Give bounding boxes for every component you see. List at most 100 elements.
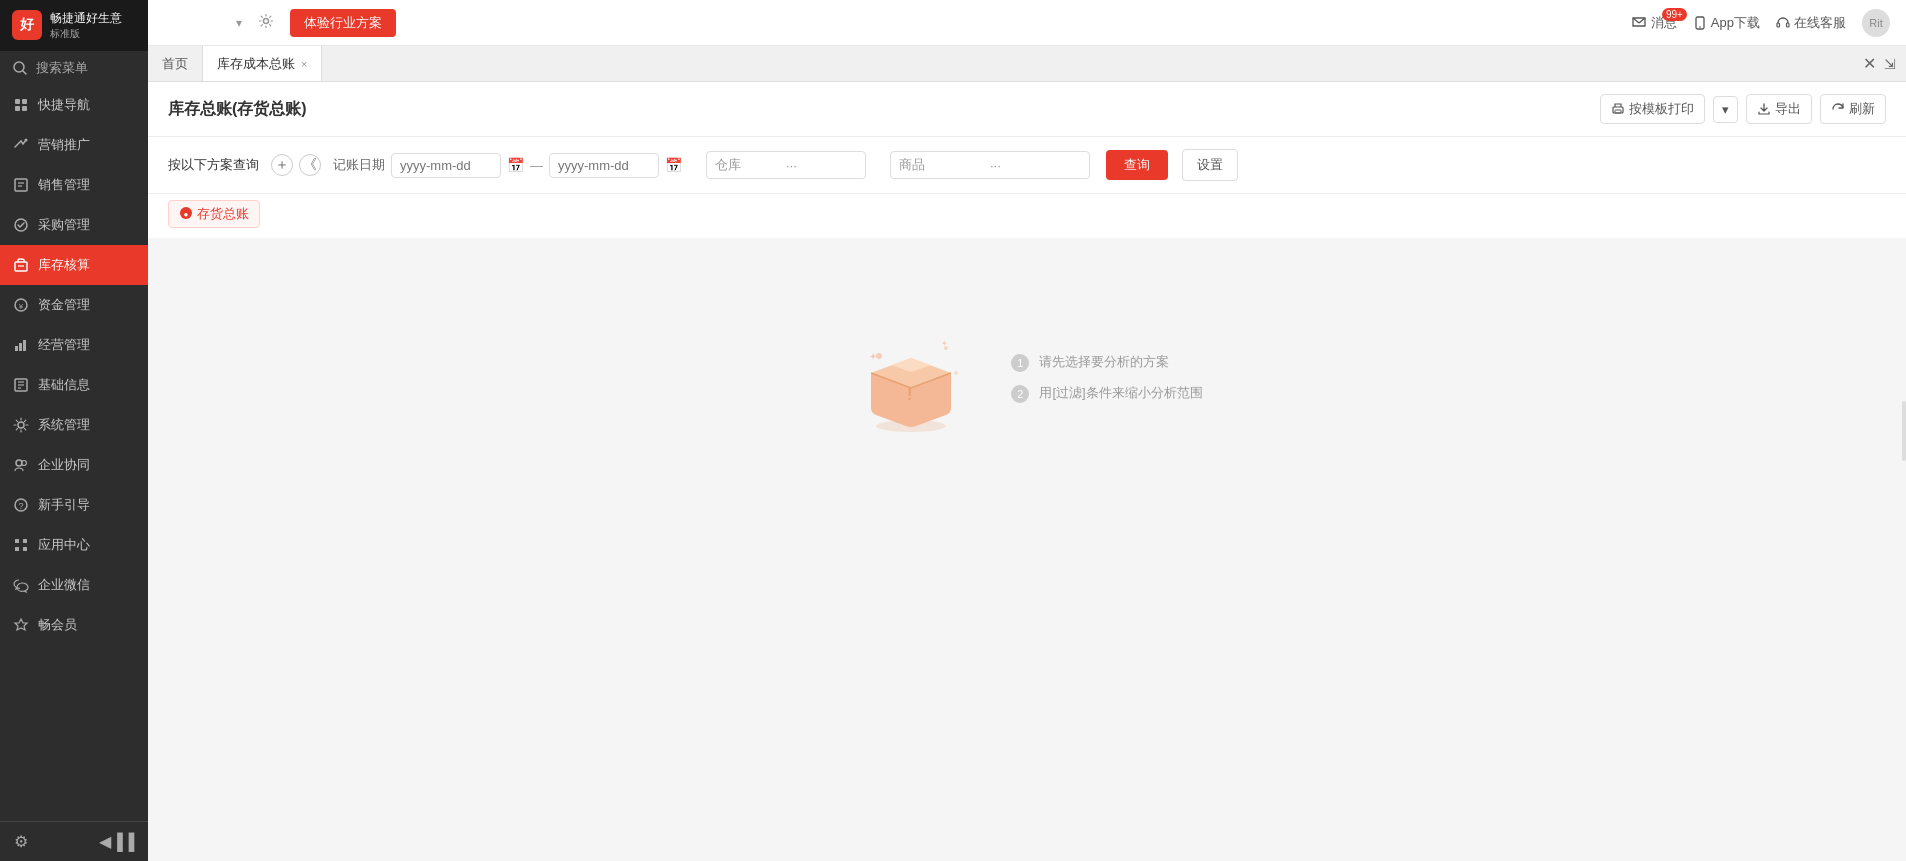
- filter-add-btn[interactable]: ＋: [271, 154, 293, 176]
- tip-text-2: 用[过滤]条件来缩小分析范围: [1039, 384, 1202, 402]
- page-actions: 按模板打印 ▾ 导出 刷新: [1600, 94, 1886, 124]
- sidebar-item-guide[interactable]: ? 新手引导: [0, 485, 148, 525]
- sidebar-nav: 快捷导航 营销推广 销售管理 采购管理 库存核算: [0, 85, 148, 821]
- tip-text-1: 请先选择要分析的方案: [1039, 353, 1169, 371]
- svg-point-6: [25, 138, 28, 141]
- refresh-label: 刷新: [1849, 100, 1875, 118]
- chevron-down-icon[interactable]: ▾: [236, 16, 242, 30]
- online-service[interactable]: 在线客服: [1776, 14, 1846, 32]
- notifications[interactable]: 消息 99+: [1631, 14, 1677, 32]
- sidebar-item-marketing[interactable]: 营销推广: [0, 125, 148, 165]
- svg-rect-40: [1615, 110, 1621, 113]
- empty-tips: 1 请先选择要分析的方案 2 用[过滤]条件来缩小分析范围: [1011, 353, 1202, 403]
- svg-rect-38: [1787, 23, 1790, 27]
- svg-point-22: [18, 422, 24, 428]
- tab-home-label: 首页: [162, 55, 188, 73]
- sidebar-item-enterprise[interactable]: 企业协同: [0, 445, 148, 485]
- sidebar-item-label: 基础信息: [38, 376, 90, 394]
- app-download[interactable]: App下载: [1693, 14, 1760, 32]
- sidebar-item-purchase[interactable]: 采购管理: [0, 205, 148, 245]
- svg-text:?: ?: [18, 501, 23, 511]
- export-btn[interactable]: 导出: [1746, 94, 1812, 124]
- inventory-icon: [12, 256, 30, 274]
- purchase-icon: [12, 216, 30, 234]
- filter-goods[interactable]: 商品 ···: [890, 151, 1090, 179]
- filter-close-btn[interactable]: 《: [299, 154, 321, 176]
- tab-active-label: 库存成本总账: [217, 55, 295, 73]
- sidebar-item-finance[interactable]: ¥ 资金管理: [0, 285, 148, 325]
- topbar-left: ▾ 体验行业方案: [164, 9, 1631, 37]
- svg-rect-7: [15, 179, 27, 191]
- tabbar-close-button[interactable]: ✕: [1863, 54, 1876, 73]
- sidebar-item-wechat[interactable]: 企业微信: [0, 565, 148, 605]
- filter-warehouse[interactable]: 仓库 ···: [706, 151, 866, 179]
- date-separator: —: [530, 158, 543, 173]
- sidebar-item-quick-nav[interactable]: 快捷导航: [0, 85, 148, 125]
- print-label: 按模板打印: [1629, 100, 1694, 118]
- svg-line-33: [1633, 18, 1639, 23]
- topbar: ▾ 体验行业方案 消息 99+ App下载: [148, 0, 1906, 46]
- wechat-icon: [12, 576, 30, 594]
- svg-rect-29: [15, 547, 19, 551]
- tip-num-1: 1: [1011, 354, 1029, 372]
- sidebar-item-inventory[interactable]: 库存核算: [0, 245, 148, 285]
- export-icon: [1757, 102, 1771, 116]
- empty-illustration: ✦ ✦ !: [851, 318, 971, 438]
- quick-nav-icon: [12, 96, 30, 114]
- sidebar-item-sales[interactable]: 销售管理: [0, 165, 148, 205]
- svg-line-34: [1639, 18, 1645, 23]
- tab-home[interactable]: 首页: [148, 46, 203, 81]
- sound-icon[interactable]: ◀▐▐: [99, 832, 134, 851]
- industry-btn[interactable]: 体验行业方案: [290, 9, 396, 37]
- search-icon: [12, 60, 28, 76]
- sidebar-item-operations[interactable]: 经营管理: [0, 325, 148, 365]
- app-badge: 标准版: [50, 27, 122, 41]
- svg-marker-31: [15, 619, 27, 630]
- date-end-calendar-icon[interactable]: 📅: [665, 157, 682, 173]
- filter-label: 按以下方案查询: [168, 156, 259, 174]
- tip-num-2: 2: [1011, 385, 1029, 403]
- svg-rect-16: [19, 343, 22, 351]
- svg-rect-30: [23, 547, 27, 551]
- date-label: 记账日期: [333, 156, 385, 174]
- svg-rect-4: [15, 106, 20, 111]
- print-dropdown-btn[interactable]: ▾: [1713, 96, 1738, 123]
- sidebar-item-system[interactable]: 系统管理: [0, 405, 148, 445]
- enterprise-icon: [12, 456, 30, 474]
- search-menu-item[interactable]: 搜索菜单: [0, 51, 148, 85]
- setting-btn[interactable]: 设置: [1182, 149, 1238, 181]
- scheme-item[interactable]: ● 存货总账: [168, 200, 260, 228]
- marketing-icon: [12, 136, 30, 154]
- topbar-gear-icon[interactable]: [258, 13, 274, 32]
- sidebar-item-membership[interactable]: 畅会员: [0, 605, 148, 645]
- headset-icon: [1776, 16, 1790, 30]
- svg-text:✦: ✦: [869, 351, 877, 362]
- avatar[interactable]: Rit: [1862, 9, 1890, 37]
- settings-icon[interactable]: ⚙: [14, 832, 28, 851]
- sidebar-item-label: 企业协同: [38, 456, 90, 474]
- svg-text:!: !: [907, 386, 912, 403]
- tab-inventory-ledger[interactable]: 库存成本总账 ×: [203, 46, 322, 81]
- empty-state: ✦ ✦ ! 1 请先选择要分析的方案 2 用[过滤]条件来缩小分析范围: [148, 238, 1906, 518]
- empty-state-inner: ✦ ✦ ! 1 请先选择要分析的方案 2 用[过滤]条件来缩小分析范围: [851, 318, 1202, 438]
- date-start-input[interactable]: [391, 153, 501, 178]
- refresh-btn[interactable]: 刷新: [1820, 94, 1886, 124]
- search-btn[interactable]: 查询: [1106, 150, 1168, 180]
- scroll-handle[interactable]: [1902, 401, 1906, 461]
- warehouse-more-icon[interactable]: ···: [786, 158, 857, 173]
- svg-rect-37: [1777, 23, 1780, 27]
- tabbar-expand-button[interactable]: ⇲: [1884, 56, 1896, 72]
- date-start-calendar-icon[interactable]: 📅: [507, 157, 524, 173]
- filter-area: 按以下方案查询 ＋ 《 记账日期 📅 — 📅 仓库 ···: [148, 137, 1906, 194]
- printer-icon: [1611, 102, 1625, 116]
- svg-rect-17: [23, 340, 26, 351]
- sidebar-item-label: 资金管理: [38, 296, 90, 314]
- tabbar-actions: ✕ ⇲: [1853, 54, 1906, 73]
- tab-close-icon[interactable]: ×: [301, 58, 307, 70]
- date-end-input[interactable]: [549, 153, 659, 178]
- print-btn[interactable]: 按模板打印: [1600, 94, 1705, 124]
- sidebar-item-basic-info[interactable]: 基础信息: [0, 365, 148, 405]
- sidebar-item-label: 库存核算: [38, 256, 90, 274]
- goods-more-icon[interactable]: ···: [990, 158, 1081, 173]
- sidebar-item-app-center[interactable]: 应用中心: [0, 525, 148, 565]
